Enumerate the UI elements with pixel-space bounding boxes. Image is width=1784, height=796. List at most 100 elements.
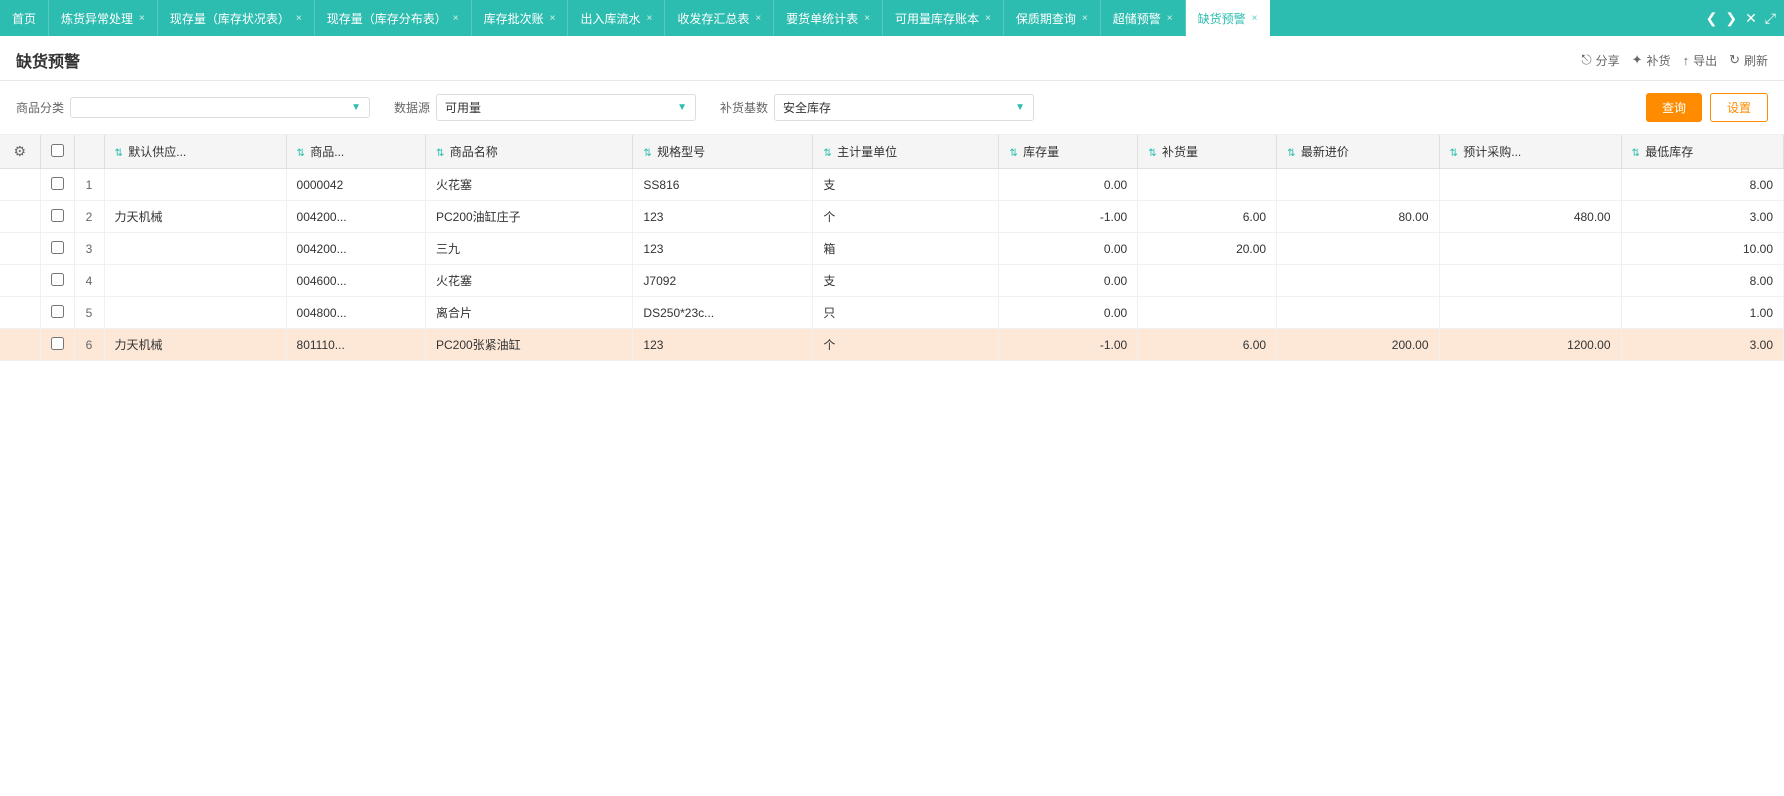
refresh-icon: ↻: [1729, 52, 1740, 68]
replenish-base-select[interactable]: 安全库存 ▼: [774, 94, 1034, 121]
min-stock-cell: 1.00: [1621, 297, 1783, 329]
tab-receive-summary[interactable]: 收发存汇总表 ×: [665, 0, 774, 36]
row-checkbox[interactable]: [51, 241, 64, 254]
tab-shortage[interactable]: 缺货预警 ×: [1186, 0, 1271, 36]
min-stock-column-header: ⇅ 最低库存: [1621, 135, 1783, 169]
sort-icon: ⇅: [1450, 148, 1458, 159]
tab-home[interactable]: 首页: [0, 0, 49, 36]
replenish-cell: 6.00: [1138, 329, 1277, 361]
gear-cell: [0, 297, 40, 329]
close-icon[interactable]: ×: [864, 13, 870, 24]
stock-cell: 0.00: [999, 297, 1138, 329]
close-icon[interactable]: ×: [1252, 13, 1258, 24]
close-icon[interactable]: ×: [755, 13, 761, 24]
table-row: 5 004800... 离合片 DS250*23c... 只 0.00 1.00: [0, 297, 1784, 329]
close-icon[interactable]: ×: [550, 13, 556, 24]
replenish-column-header: ⇅ 补货量: [1138, 135, 1277, 169]
close-icon[interactable]: ×: [296, 13, 302, 24]
tab-inout-flow[interactable]: 出入库流水 ×: [568, 0, 665, 36]
unit-cell: 箱: [813, 233, 999, 265]
chevron-down-icon: ▼: [677, 102, 687, 113]
supplier-cell: [104, 297, 286, 329]
unit-column-header: ⇅ 主计量单位: [813, 135, 999, 169]
settings-button[interactable]: 设置: [1710, 93, 1768, 122]
spec-column-header: ⇅ 规格型号: [633, 135, 813, 169]
replenish-cell: 20.00: [1138, 233, 1277, 265]
tab-fullscreen[interactable]: ⤢: [1761, 8, 1780, 29]
header-actions: ⎋ 分享 ✦ 补货 ↑ 导出 ↻ 刷新: [1581, 52, 1768, 69]
close-icon[interactable]: ×: [1082, 13, 1088, 24]
min-stock-cell: 8.00: [1621, 265, 1783, 297]
row-number: 2: [74, 201, 104, 233]
restock-button[interactable]: ✦ 补货: [1632, 52, 1671, 69]
stock-column-header: ⇅ 库存量: [999, 135, 1138, 169]
latest-price-cell: [1277, 169, 1439, 201]
close-icon[interactable]: ×: [139, 13, 145, 24]
close-icon[interactable]: ×: [646, 13, 652, 24]
sort-icon: ⇅: [1632, 148, 1640, 159]
chevron-down-icon: ▼: [351, 102, 361, 113]
gear-icon[interactable]: ⚙: [13, 143, 26, 159]
datasource-select[interactable]: 可用量 ▼: [436, 94, 696, 121]
page-header: 缺货预警 ⎋ 分享 ✦ 补货 ↑ 导出 ↻ 刷新: [0, 36, 1784, 81]
tab-bar: 首页 炼货异常处理 × 现存量（库存状况表） × 现存量（库存分布表） × 库存…: [0, 0, 1784, 36]
row-checkbox-cell: [40, 329, 74, 361]
query-button[interactable]: 查询: [1646, 93, 1702, 122]
unit-cell: 个: [813, 329, 999, 361]
restock-icon: ✦: [1632, 52, 1643, 68]
refresh-button[interactable]: ↻ 刷新: [1729, 52, 1768, 69]
close-icon[interactable]: ×: [1167, 13, 1173, 24]
stock-cell: -1.00: [999, 329, 1138, 361]
product-code-cell: 801110...: [286, 329, 425, 361]
gear-cell: [0, 201, 40, 233]
sort-icon: ⇅: [436, 148, 444, 159]
replenish-cell: [1138, 265, 1277, 297]
close-icon[interactable]: ×: [985, 13, 991, 24]
latest-price-column-header: ⇅ 最新进价: [1277, 135, 1439, 169]
row-number: 5: [74, 297, 104, 329]
sort-icon: ⇅: [643, 148, 651, 159]
tab-scroll-left[interactable]: ❮: [1702, 8, 1722, 29]
row-checkbox[interactable]: [51, 273, 64, 286]
gear-cell: [0, 329, 40, 361]
table-body: 1 0000042 火花塞 SS816 支 0.00 8.00 2 力天机械 0…: [0, 169, 1784, 361]
filter-bar: 商品分类 ▼ 数据源 可用量 ▼ 补货基数 安全库存 ▼ 查询 设置: [0, 81, 1784, 135]
row-checkbox[interactable]: [51, 337, 64, 350]
tab-batch-account[interactable]: 库存批次账 ×: [472, 0, 569, 36]
est-purchase-cell: 480.00: [1439, 201, 1621, 233]
table-container: ⚙ ⇅ 默认供应... ⇅ 商品... ⇅: [0, 135, 1784, 361]
tab-purchase-stat[interactable]: 要货单统计表 ×: [774, 0, 883, 36]
spec-cell: 123: [633, 233, 813, 265]
tab-available-ledger[interactable]: 可用量库存账本 ×: [883, 0, 1004, 36]
product-code-cell: 004800...: [286, 297, 425, 329]
row-checkbox[interactable]: [51, 177, 64, 190]
tab-expiry-query[interactable]: 保质期查询 ×: [1004, 0, 1101, 36]
tab-inventory-dist[interactable]: 现存量（库存分布表） ×: [315, 0, 472, 36]
tab-close-all[interactable]: ✕: [1741, 8, 1761, 29]
row-checkbox[interactable]: [51, 209, 64, 222]
table-row: 3 004200... 三九 123 箱 0.00 20.00 10.00: [0, 233, 1784, 265]
spec-cell: 123: [633, 201, 813, 233]
sort-icon: ⇅: [297, 148, 305, 159]
replenish-base-select-value: 安全库存: [783, 99, 831, 116]
unit-cell: 个: [813, 201, 999, 233]
select-all-checkbox[interactable]: [51, 144, 64, 157]
category-select[interactable]: ▼: [70, 97, 370, 118]
table-row: 1 0000042 火花塞 SS816 支 0.00 8.00: [0, 169, 1784, 201]
rownum-column-header: [74, 135, 104, 169]
row-checkbox[interactable]: [51, 305, 64, 318]
est-purchase-cell: [1439, 265, 1621, 297]
tab-overstock[interactable]: 超储预警 ×: [1101, 0, 1186, 36]
replenish-base-label: 补货基数: [720, 99, 768, 116]
product-name-cell: 火花塞: [425, 265, 632, 297]
share-button[interactable]: ⎋ 分享: [1581, 52, 1619, 69]
export-button[interactable]: ↑ 导出: [1683, 52, 1718, 69]
product-name-cell: PC200油缸庄子: [425, 201, 632, 233]
product-name-cell: 离合片: [425, 297, 632, 329]
gear-cell: [0, 233, 40, 265]
close-icon[interactable]: ×: [453, 13, 459, 24]
tab-exception[interactable]: 炼货异常处理 ×: [49, 0, 158, 36]
spec-cell: DS250*23c...: [633, 297, 813, 329]
tab-inventory-status[interactable]: 现存量（库存状况表） ×: [158, 0, 315, 36]
tab-scroll-right[interactable]: ❯: [1721, 8, 1741, 29]
